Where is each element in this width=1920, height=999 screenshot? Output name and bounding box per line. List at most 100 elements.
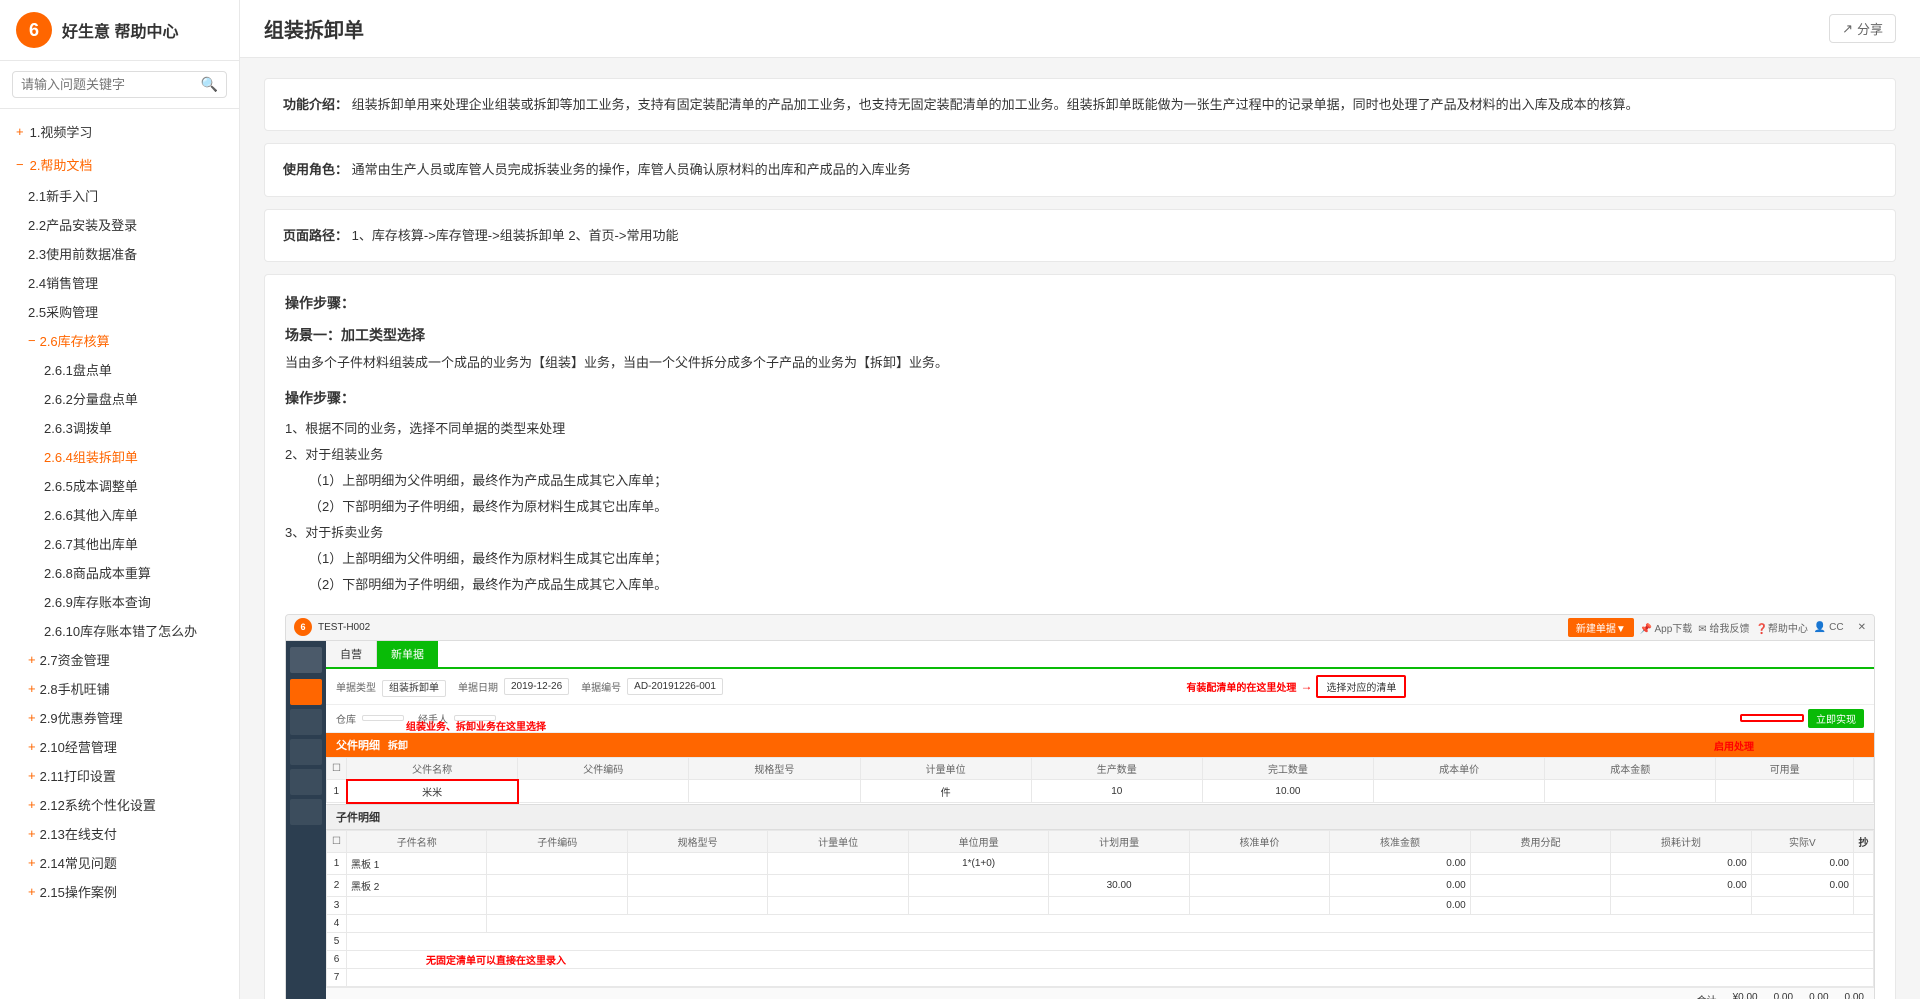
sidebar-item-finance[interactable]: +2.7资金管理 [28,645,239,674]
footer-label: 合计 [1697,992,1717,999]
ss-confirm-btn[interactable]: 立即实现 [1808,709,1864,728]
ss-nav-icon3 [290,709,322,735]
sidebar-item-stock-check[interactable]: 2.6.9库存账本查询 [44,587,239,616]
sidebar-item-purchase[interactable]: 2.5采购管理 [28,297,239,326]
ss-child-header-row: ☐ 子件名称 子件编码 规格型号 计量单位 单位用量 计划用量 核准单价 核准金 [327,830,1874,852]
path-text: 1、库存核算->库存管理->组装拆卸单 2、首页->常用功能 [352,228,679,243]
sidebar-item-newcomer[interactable]: 2.1新手入门 [28,181,239,210]
ss-bom-section: 有装配清单的在这里处理 → 选择对应的清单 [729,675,1864,698]
ss-bom-input-area: 立即实现 [1740,709,1864,728]
minus-icon2: − [28,333,36,348]
annotation-process-label: 启用处理 [1714,737,1754,753]
content-area: 功能介绍： 组装拆卸单用来处理企业组装或拆卸等加工业务，支持有固定装配清单的产品… [240,58,1920,999]
search-input[interactable] [21,77,201,92]
sidebar-item-coupon[interactable]: +2.9优惠券管理 [28,703,239,732]
ss-date-value[interactable]: 2019-12-26 [504,678,569,695]
sidebar-item-stocktake[interactable]: 2.6.1盘点单 [44,355,239,384]
ss-section-wrap: 父件明细 拆卸 组装业务、拆卸业务在这里选择 启用处理 [326,733,1874,757]
ss-new-doc-btn[interactable]: 新建单据▼ [1568,618,1634,637]
table-row: 3 0.00 [327,896,1874,914]
sidebar-item-sales[interactable]: 2.4销售管理 [28,268,239,297]
footer-val3: 0.00 [1809,992,1828,999]
sidebar: 6 好生意 帮助中心 🔍 + 1.视频学习 − 2.帮助文档 2.1新手入门 2… [0,0,240,999]
ss-parent-tbody: 1 米米 件 10 10.00 [327,780,1874,803]
ss-nav-icon1 [290,647,322,673]
sidebar-item-other-in[interactable]: 2.6.6其他入库单 [44,500,239,529]
search-box: 🔍 [0,61,239,109]
logo-icon: 6 [16,12,52,48]
sidebar-item-label: 1.视频学习 [30,122,93,141]
table-row: 1 黑板 1 1*(1+0) 0.00 [327,852,1874,874]
ss-no-label: 单据编号 [581,679,621,694]
sidebar-item-install[interactable]: 2.2产品安装及登录 [28,210,239,239]
sidebar-item-split-stocktake[interactable]: 2.6.2分量盘点单 [44,384,239,413]
footer-val4: 0.00 [1845,992,1864,999]
table-row: 4 [327,914,1874,932]
plus-icon: + [16,124,24,139]
scene1-desc: 当由多个子件材料组装成一个成品的业务为【组装】业务，当由一个父件拆分成多个子产品… [285,351,1875,376]
step1: 1、根据不同的业务，选择不同单据的类型来处理 [285,416,1875,442]
sidebar-item-other-out[interactable]: 2.6.7其他出库单 [44,529,239,558]
sidebar-item-ops[interactable]: +2.10经营管理 [28,732,239,761]
footer-val1: ¥0.00 [1733,992,1758,999]
ss-warehouse-input[interactable] [362,715,404,721]
share-label: 分享 [1857,19,1883,38]
page-title: 组装拆卸单 [264,14,364,43]
ss-bom-btn[interactable]: 选择对应的清单 [1316,675,1406,698]
sidebar-item-cost-recalc[interactable]: 2.6.8商品成本重算 [44,558,239,587]
sidebar-item-inventory[interactable]: − 2.6库存核算 [28,326,239,355]
ss-left-nav [286,641,326,999]
ss-form-area: 单据类型 组装拆卸单 单据日期 2019-12-26 单据编号 AD-20191… [326,669,1874,705]
share-button[interactable]: ↗ 分享 [1829,14,1896,43]
annotation-inline-label: 无固定清单可以直接在这里录入 [426,952,566,967]
step2-1: （1）上部明细为父件明细，最终作为产成品生成其它入库单； [285,468,1875,494]
ss-doctype-wrap: 组装拆卸单 [382,679,446,694]
sidebar-item-assembly[interactable]: 2.6.4组装拆卸单 [44,442,239,471]
ops-title: 操作步骤： [285,293,1875,313]
role-text: 通常由生产人员或库管人员完成拆装业务的操作，库管人员确认原材料的出库和产成品的入… [352,162,911,177]
step2-2: （2）下部明细为子件明细，最终作为原材料生成其它出库单。 [285,494,1875,520]
sidebar-item-print[interactable]: +2.11打印设置 [28,761,239,790]
step2: 2、对于组装业务 [285,442,1875,468]
ss-doctype-value[interactable]: 组装拆卸单 [382,680,446,697]
table-row: 2 黑板 2 30.00 0.00 [327,874,1874,896]
ss-child-thead: ☐ 子件名称 子件编码 规格型号 计量单位 单位用量 计划用量 核准单价 核准金 [327,830,1874,852]
ss-logo: 6 [294,618,312,636]
search-button[interactable]: 🔍 [201,76,218,93]
ss-date-label: 单据日期 [458,679,498,694]
ss-nav-icon4 [290,739,322,765]
sidebar-item-faq[interactable]: +2.14常见问题 [28,848,239,877]
step3-2: （2）下部明细为子件明细，最终作为产成品生成其它入库单。 [285,572,1875,598]
sidebar-item-cost-adjust[interactable]: 2.6.5成本调整单 [44,471,239,500]
table-row: 7 [327,968,1874,986]
ss-system-id: TEST-H002 [318,622,370,633]
intro-label: 功能介绍： [283,97,348,112]
ss-tab-ziying[interactable]: 自营 [326,641,377,667]
ss-tab-newdoc[interactable]: 新单据 [377,641,438,667]
sidebar-item-video[interactable]: + 1.视频学习 [0,115,239,148]
ss-form-row2: 仓库 经手人 立即实现 [326,705,1874,733]
sidebar-item-custom[interactable]: +2.12系统个性化设置 [28,790,239,819]
ss-parent-table-wrap: ☐ 父件名称 父件编码 规格型号 计量单位 生产数量 完工数量 成本单价 成本金 [326,757,1874,804]
ss-nav-icon2-active [290,679,322,705]
main-header: 组装拆卸单 ↗ 分享 [240,0,1920,58]
sidebar-item-docs[interactable]: − 2.帮助文档 [0,148,239,181]
ss-doctype-label: 单据类型 [336,679,376,694]
steps-container: 操作步骤： 场景一：加工类型选择 当由多个子件材料组装成一个成品的业务为【组装】… [264,274,1896,999]
sidebar-item-mobile[interactable]: +2.8手机旺铺 [28,674,239,703]
search-wrap: 🔍 [12,71,227,98]
table-row: 5 [327,932,1874,950]
screenshot-wrap: 6 TEST-H002 新建单据▼ 📌 App下载 ✉ 给我反馈 ❓帮助中心 👤… [285,614,1875,999]
ss-no-value[interactable]: AD-20191226-001 [627,678,723,695]
sidebar-item-data-prep[interactable]: 2.3使用前数据准备 [28,239,239,268]
sidebar-item-payment[interactable]: +2.13在线支付 [28,819,239,848]
sidebar-item-transfer[interactable]: 2.6.3调拨单 [44,413,239,442]
sidebar-item-cases[interactable]: +2.15操作案例 [28,877,239,906]
ss-body: 自营 新单据 单据类型 组装拆卸单 单据日期 2019-12-26 [286,641,1874,999]
sidebar-item-stock-error[interactable]: 2.6.10库存账本错了怎么办 [44,616,239,645]
role-block: 使用角色： 通常由生产人员或库管人员完成拆装业务的操作，库管人员确认原材料的出库… [264,143,1896,196]
ss-bom-input[interactable] [1740,714,1804,722]
ss-nav-icon5 [290,769,322,795]
ss-doc-area: 自营 新单据 单据类型 组装拆卸单 单据日期 2019-12-26 [326,641,1874,999]
nav-sub-docs: 2.1新手入门 2.2产品安装及登录 2.3使用前数据准备 2.4销售管理 2.… [0,181,239,906]
